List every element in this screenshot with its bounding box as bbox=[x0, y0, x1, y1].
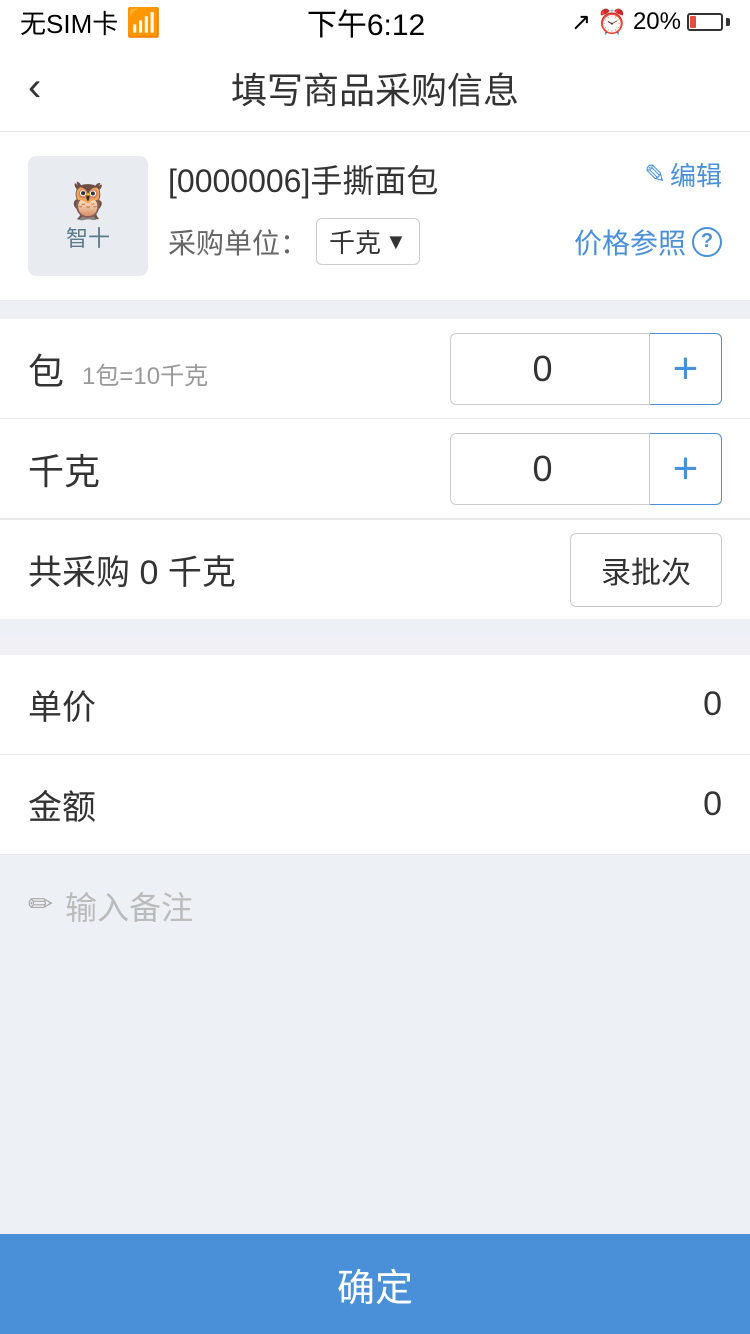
notes-icon: ✏ bbox=[28, 887, 53, 922]
product-image: 🦉 智十 bbox=[28, 156, 148, 276]
edit-button[interactable]: ✎ 编辑 bbox=[644, 156, 722, 193]
kg-label: 千克 bbox=[28, 443, 450, 495]
confirm-label: 确定 bbox=[337, 1257, 413, 1312]
product-info: [0000006]手撕面包 ✎ 编辑 采购单位： 千克 ▼ 价格参照 ? bbox=[168, 156, 722, 265]
back-button[interactable]: ‹ bbox=[28, 65, 41, 110]
info-icon: ? bbox=[692, 227, 722, 257]
bag-sublabel: 1包=10千克 bbox=[82, 363, 208, 390]
dropdown-icon: ▼ bbox=[385, 229, 407, 255]
bag-plus-button[interactable]: + bbox=[650, 333, 722, 405]
content-area bbox=[0, 975, 750, 1275]
bag-label: 包 1包=10千克 bbox=[28, 343, 450, 395]
product-logo: 🦉 智十 bbox=[66, 179, 111, 253]
summary-text: 共采购 0 千克 bbox=[28, 545, 236, 594]
product-unit-row: 采购单位： 千克 ▼ 价格参照 ? bbox=[168, 218, 722, 265]
nav-bar: ‹ 填写商品采购信息 bbox=[0, 44, 750, 132]
unit-price-value: 0 bbox=[703, 685, 722, 724]
unit-price-row: 单价 0 bbox=[0, 655, 750, 755]
status-bar: 无SIM卡 📶 下午6:12 ↗ ⏰ 20% bbox=[0, 0, 750, 44]
edit-icon: ✎ bbox=[644, 159, 666, 190]
wifi-icon: 📶 bbox=[126, 6, 161, 39]
product-card: 🦉 智十 [0000006]手撕面包 ✎ 编辑 采购单位： 千克 ▼ 价格参照 bbox=[0, 132, 750, 301]
summary-amount: 0 bbox=[139, 554, 158, 592]
unit-label: 采购单位： 千克 ▼ bbox=[168, 218, 420, 265]
batch-button[interactable]: 录批次 bbox=[570, 533, 722, 607]
kg-input-row: 千克 + bbox=[0, 419, 750, 519]
battery-icon bbox=[687, 13, 730, 31]
notes-placeholder: 输入备注 bbox=[65, 883, 193, 929]
product-header: [0000006]手撕面包 ✎ 编辑 bbox=[168, 156, 722, 202]
kg-plus-button[interactable]: + bbox=[650, 433, 722, 505]
kg-qty-input[interactable] bbox=[450, 433, 650, 505]
amount-row: 金额 0 bbox=[0, 755, 750, 855]
kg-qty-wrap: + bbox=[450, 433, 722, 505]
price-ref-button[interactable]: 价格参照 ? bbox=[574, 222, 722, 262]
bag-input-row: 包 1包=10千克 + bbox=[0, 319, 750, 419]
section-divider-2 bbox=[0, 619, 750, 637]
bag-qty-wrap: + bbox=[450, 333, 722, 405]
summary-row: 共采购 0 千克 录批次 bbox=[0, 519, 750, 619]
page-title: 填写商品采购信息 bbox=[231, 62, 519, 114]
status-right: ↗ ⏰ 20% bbox=[571, 8, 730, 37]
confirm-button[interactable]: 确定 bbox=[0, 1234, 750, 1334]
pricing-section: 单价 0 金额 0 bbox=[0, 655, 750, 855]
status-time: 下午6:12 bbox=[307, 0, 425, 44]
amount-label: 金额 bbox=[28, 780, 96, 829]
status-left: 无SIM卡 📶 bbox=[20, 4, 161, 41]
battery-percent: 20% bbox=[633, 8, 681, 36]
bag-qty-input[interactable] bbox=[450, 333, 650, 405]
location-icon: ↗ bbox=[571, 8, 591, 37]
alarm-icon: ⏰ bbox=[597, 8, 627, 37]
unit-price-label: 单价 bbox=[28, 680, 96, 729]
carrier-text: 无SIM卡 bbox=[20, 4, 118, 41]
notes-section[interactable]: ✏ 输入备注 bbox=[0, 855, 750, 975]
section-divider-1 bbox=[0, 301, 750, 319]
amount-value: 0 bbox=[703, 785, 722, 824]
input-section: 包 1包=10千克 + 千克 + bbox=[0, 319, 750, 519]
unit-select[interactable]: 千克 ▼ bbox=[316, 218, 420, 265]
product-name: [0000006]手撕面包 bbox=[168, 156, 438, 202]
